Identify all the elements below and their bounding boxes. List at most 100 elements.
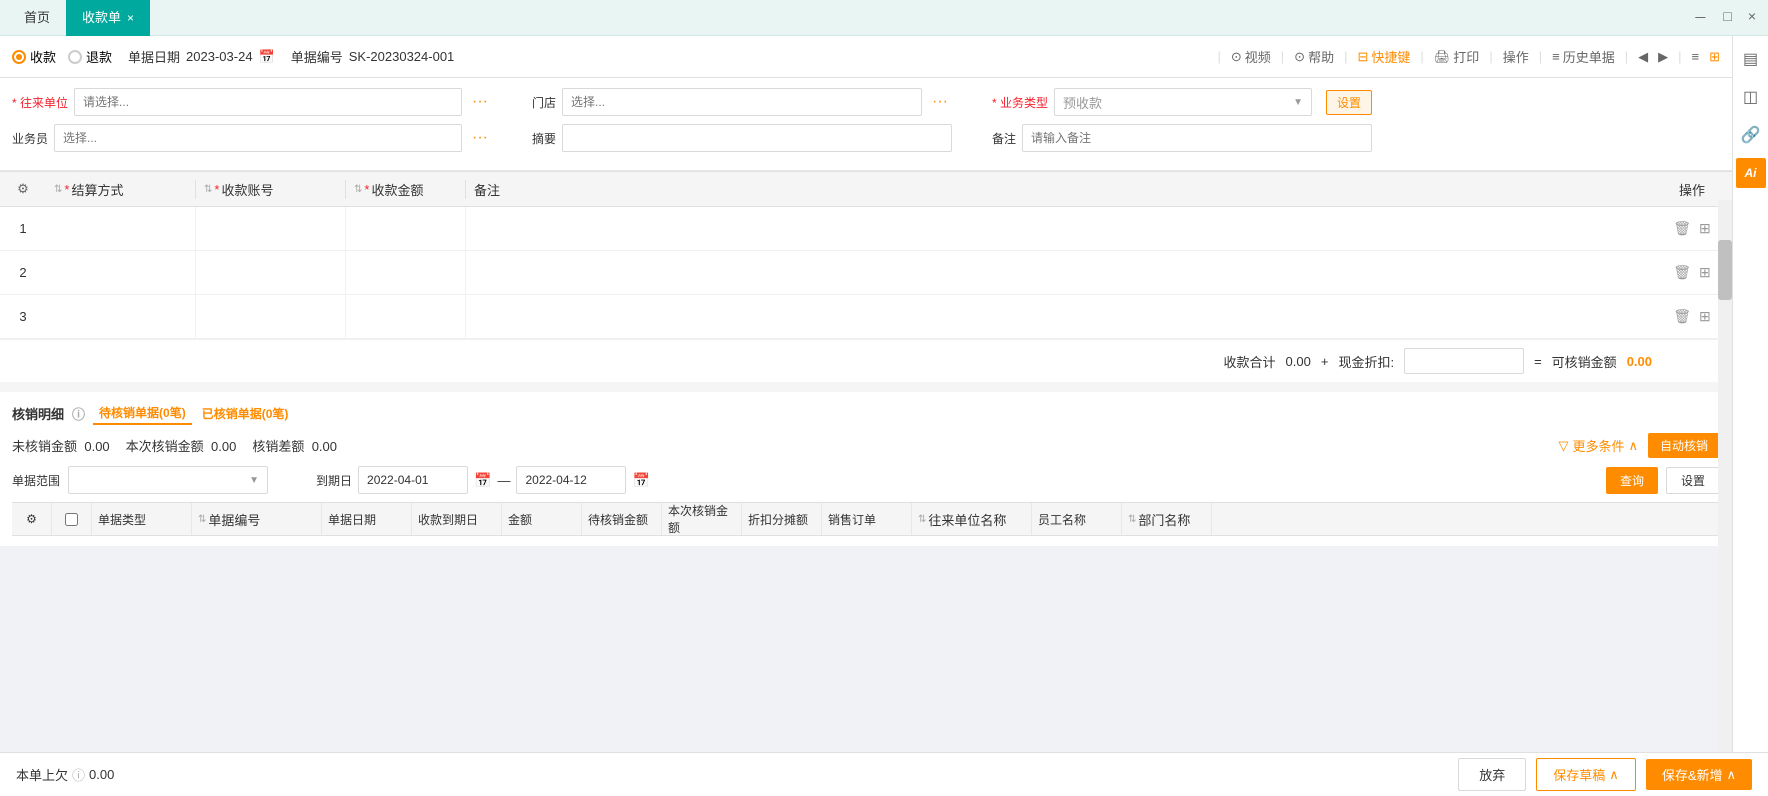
- video-btn[interactable]: ⊙ 视频: [1231, 47, 1271, 66]
- win-maximize-btn[interactable]: □: [1719, 8, 1735, 28]
- table-row: 2 🗑 ⊞: [0, 251, 1732, 295]
- sep1: |: [1217, 49, 1220, 64]
- row-1-account[interactable]: [196, 207, 346, 250]
- tab-pending[interactable]: 待核销单据(0笔): [93, 402, 192, 425]
- verif-info-icon[interactable]: ⓘ: [72, 404, 85, 423]
- save-draft-label: 保存草稿: [1553, 765, 1605, 784]
- form-row-2: 业务员 ··· 摘要 备注: [12, 124, 1720, 152]
- table-settings-icon[interactable]: ⚙: [0, 181, 46, 197]
- query-btn[interactable]: 查询: [1606, 467, 1658, 494]
- unchecked-value: 0.00: [84, 439, 109, 454]
- row-3-delete-icon[interactable]: 🗑: [1673, 308, 1691, 325]
- col-remark-header: 备注: [466, 180, 1652, 199]
- biz-type-select[interactable]: 预收款 ▼: [1054, 88, 1312, 116]
- table-header: ⚙ ⇅ * 结算方式 ⇅ * 收款账号 ⇅ * 收款金额 备注 操作: [0, 171, 1732, 207]
- eq-sign: =: [1534, 354, 1542, 369]
- row-1-amount[interactable]: [346, 207, 466, 250]
- tab-done[interactable]: 已核销单据(0笔): [196, 403, 295, 424]
- sidebar-table-icon[interactable]: ▤: [1736, 44, 1766, 74]
- row-2-remark[interactable]: [466, 251, 1652, 294]
- shortcut-btn[interactable]: ⊟ 快捷键: [1357, 47, 1410, 66]
- party-input[interactable]: [74, 88, 462, 116]
- shop-input[interactable]: [562, 88, 922, 116]
- col-amount-header: ⇅ * 收款金额: [346, 180, 466, 199]
- form-area: 往来单位 ··· 门店 ··· 业务类型 预收款 ▼ 设置: [0, 78, 1732, 171]
- row-3-method[interactable]: [46, 295, 196, 338]
- tab-home[interactable]: 首页: [8, 0, 66, 36]
- cal-to-icon[interactable]: 📅: [632, 472, 649, 489]
- verif-settings-btn[interactable]: 设置: [1666, 467, 1720, 494]
- abandon-btn[interactable]: 放弃: [1458, 758, 1526, 791]
- row-2-delete-icon[interactable]: 🗑: [1673, 264, 1691, 281]
- shortcut-icon: ⊟: [1357, 49, 1368, 65]
- video-label: 视频: [1245, 47, 1271, 66]
- party-more-btn[interactable]: ···: [468, 93, 492, 111]
- tab-active[interactable]: 收款单 ×: [66, 0, 150, 36]
- row-3-copy-icon[interactable]: ⊞: [1699, 308, 1711, 325]
- radio-receive-dot: [12, 50, 26, 64]
- save-draft-btn[interactable]: 保存草稿 ∧: [1536, 758, 1636, 791]
- save-new-btn[interactable]: 保存&新增 ∧: [1646, 759, 1752, 790]
- row-1-copy-icon[interactable]: ⊞: [1699, 220, 1711, 237]
- radio-refund[interactable]: 退款: [68, 47, 112, 66]
- row-1-delete-icon[interactable]: 🗑: [1673, 220, 1691, 237]
- next-icon[interactable]: ▶: [1658, 49, 1668, 65]
- row-2-account[interactable]: [196, 251, 346, 294]
- more-conditions-btn[interactable]: ▽ 更多条件 ∧: [1558, 436, 1638, 455]
- summary-input[interactable]: [562, 124, 952, 152]
- row-2-method[interactable]: [46, 251, 196, 294]
- list-icon[interactable]: ≡: [1692, 49, 1700, 64]
- sidebar-ai-icon[interactable]: Ai: [1736, 158, 1766, 188]
- row-2-copy-icon[interactable]: ⊞: [1699, 264, 1711, 281]
- col-account-header: ⇅ * 收款账号: [196, 180, 346, 199]
- grid-icon[interactable]: ⊞: [1709, 49, 1720, 65]
- auto-verify-btn[interactable]: 自动核销: [1648, 433, 1720, 458]
- bt-check-all[interactable]: [65, 513, 78, 526]
- bt-col-check[interactable]: [52, 503, 92, 535]
- scrollbar[interactable]: [1718, 200, 1732, 752]
- help-btn[interactable]: ⊙ 帮助: [1294, 47, 1334, 66]
- bt-col-from: ⇅ 往来单位名称: [912, 503, 1032, 535]
- row-3-remark[interactable]: [466, 295, 1652, 338]
- date-from-input[interactable]: [358, 466, 468, 494]
- row-3-amount[interactable]: [346, 295, 466, 338]
- radio-refund-dot: [68, 50, 82, 64]
- row-2-amount[interactable]: [346, 251, 466, 294]
- row-3-account[interactable]: [196, 295, 346, 338]
- shop-more-btn[interactable]: ···: [928, 93, 952, 111]
- win-minimize-btn[interactable]: －: [1689, 8, 1711, 28]
- win-close-btn[interactable]: ×: [1744, 8, 1760, 28]
- footer-order-info: 本单上欠 ⓘ 0.00: [16, 765, 114, 784]
- biz-type-label: 业务类型: [992, 94, 1048, 111]
- settings-btn[interactable]: 设置: [1326, 90, 1372, 115]
- net-label: 可核销金额: [1552, 352, 1617, 371]
- row-1-remark[interactable]: [466, 207, 1652, 250]
- range-select[interactable]: ▼: [68, 466, 268, 494]
- radio-receive[interactable]: 收款: [12, 47, 56, 66]
- print-btn[interactable]: 🖨 打印: [1434, 47, 1480, 66]
- operate-btn[interactable]: 操作: [1503, 47, 1529, 66]
- history-btn[interactable]: ≡ 历史单据: [1552, 47, 1615, 66]
- sidebar-link-icon[interactable]: 🔗: [1736, 120, 1766, 150]
- unchecked-label: 未核销金额: [12, 439, 77, 454]
- order-info-icon[interactable]: ⓘ: [72, 765, 85, 784]
- prev-icon[interactable]: ◀: [1638, 49, 1648, 65]
- note-input[interactable]: [1022, 124, 1372, 152]
- tab-close-icon[interactable]: ×: [127, 0, 134, 36]
- calendar-icon[interactable]: 📅: [259, 49, 275, 65]
- diff-amount: 核销差额 0.00: [252, 436, 337, 455]
- save-draft-chevron-icon: ∧: [1609, 767, 1619, 783]
- cal-from-icon[interactable]: 📅: [474, 472, 491, 489]
- staff-input[interactable]: [54, 124, 462, 152]
- filter-icon: ▽: [1558, 438, 1568, 454]
- sidebar-doc-icon[interactable]: ◫: [1736, 82, 1766, 112]
- sort-icon-3: ⇅: [354, 184, 362, 195]
- sort-icon: ⇅: [54, 184, 62, 195]
- curr-check-amount: 本次核销金额 0.00: [126, 436, 237, 455]
- bt-col-settings[interactable]: ⚙: [12, 503, 52, 535]
- date-to-input[interactable]: [516, 466, 626, 494]
- discount-input[interactable]: [1404, 348, 1524, 374]
- row-1-method[interactable]: [46, 207, 196, 250]
- staff-more-btn[interactable]: ···: [468, 129, 492, 147]
- scrollbar-thumb[interactable]: [1718, 240, 1732, 300]
